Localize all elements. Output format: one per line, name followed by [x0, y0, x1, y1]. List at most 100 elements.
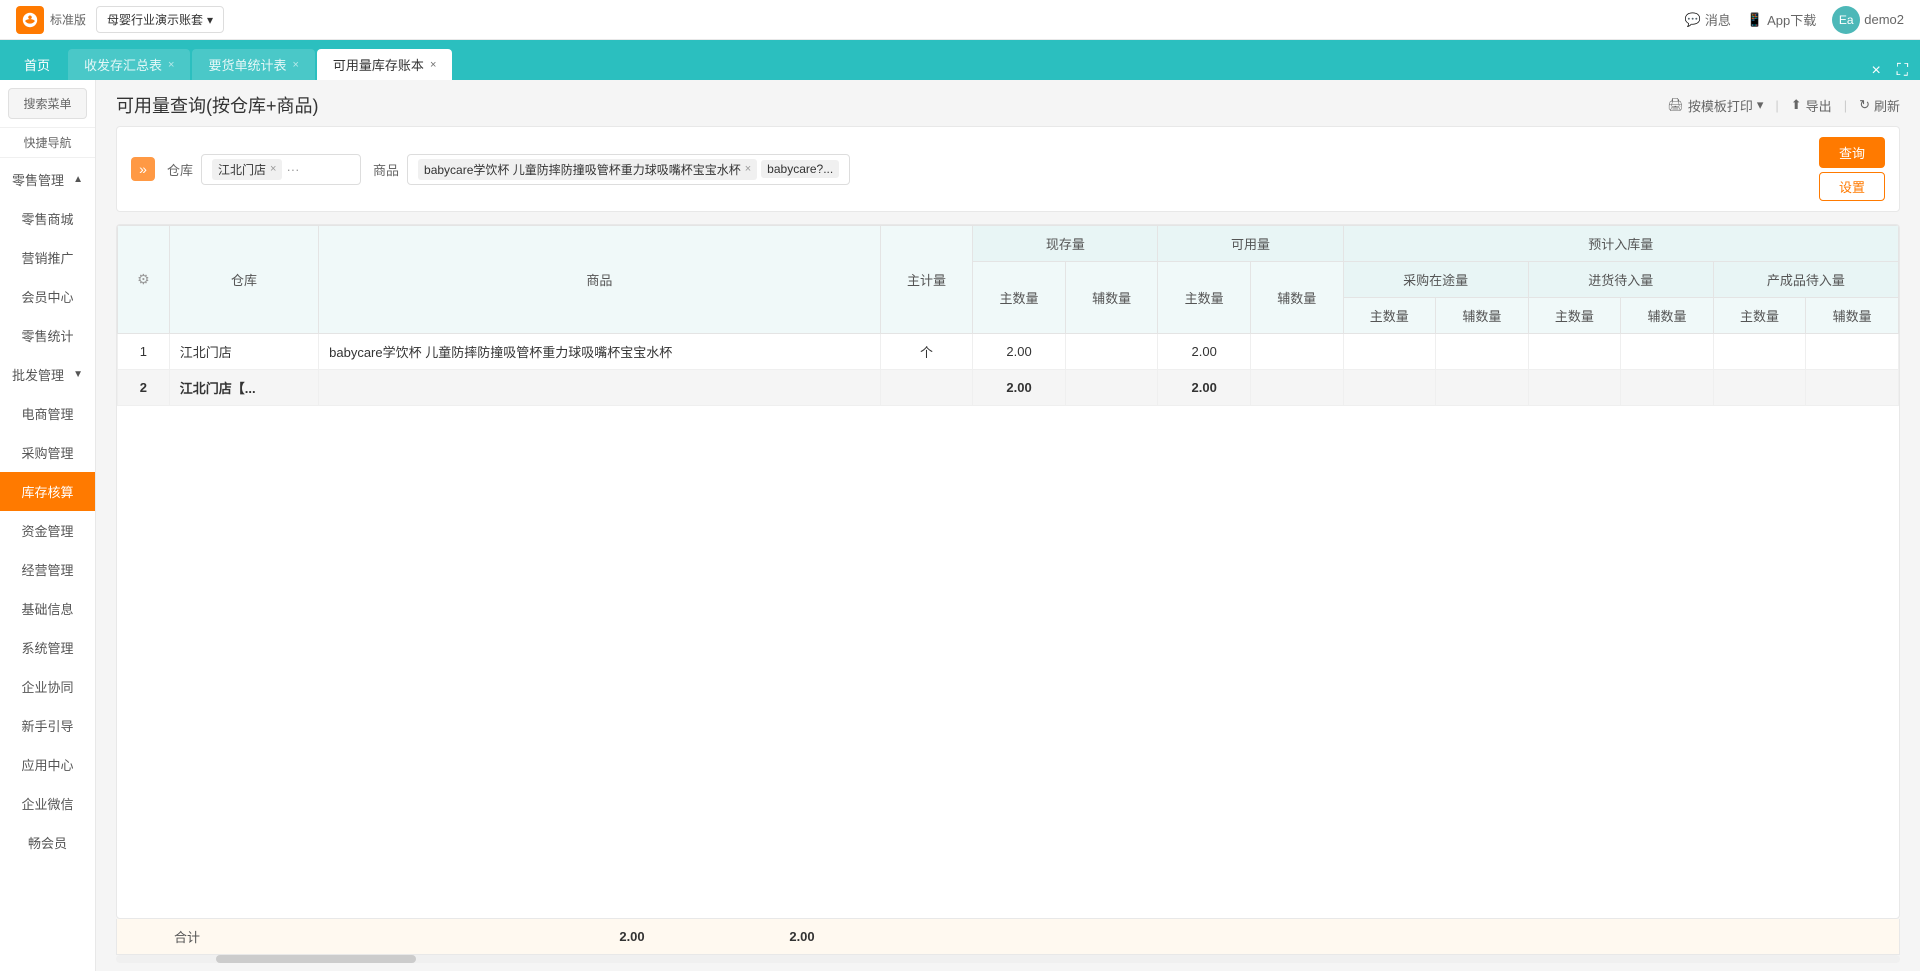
sidebar-item-xitong[interactable]: 系统管理: [0, 628, 95, 667]
tab-home[interactable]: 首页: [8, 49, 66, 80]
row-product: [319, 370, 881, 406]
row-available-main: 2.00: [1158, 334, 1251, 370]
row-current-aux: [1065, 334, 1158, 370]
th-settings[interactable]: ⚙: [118, 226, 170, 334]
sidebar-item-lingshao[interactable]: 零售管理 ▲: [0, 160, 95, 199]
app-icon: 📱: [1747, 12, 1763, 28]
scroll-area[interactable]: [116, 955, 1900, 963]
print-template-btn[interactable]: 🖨 按模板打印 ▾: [1667, 96, 1763, 115]
sidebar-item-dianshanng[interactable]: 电商管理: [0, 394, 95, 433]
industry-select[interactable]: 母婴行业演示账套 ▾: [96, 6, 224, 33]
warehouse-filter-input[interactable]: 江北门店 × ···: [201, 154, 361, 185]
product-filter-input[interactable]: babycare学饮杯 儿童防摔防撞吸管杯重力球吸嘴杯宝宝水杯 × babyca…: [407, 154, 850, 185]
sidebar-item-zijin[interactable]: 资金管理: [0, 511, 95, 550]
tab-yaohuo[interactable]: 要货单统计表 ×: [192, 49, 314, 80]
fullscreen-btn[interactable]: ⛶: [1893, 62, 1912, 80]
chevron-down-icon: ▾: [207, 13, 213, 27]
row-production-pending-main: [1713, 334, 1806, 370]
th-current-main: 主数量: [973, 262, 1066, 334]
logo-text: 标准版: [50, 11, 86, 28]
product-tag2: babycare?...: [761, 160, 839, 178]
sidebar-item-lingshao-shop[interactable]: 零售商城: [0, 199, 95, 238]
filter-expand-btn[interactable]: »: [131, 157, 155, 181]
th-purchase-transit-main: 主数量: [1343, 298, 1436, 334]
row-available-aux: [1250, 370, 1343, 406]
app-download-btn[interactable]: 📱 App下载: [1747, 10, 1816, 29]
app-download-label: App下载: [1767, 10, 1816, 29]
filter-bar: » 仓库 江北门店 × ··· 商品 babycare学饮杯 儿童防摔防撞吸管杯…: [116, 126, 1900, 212]
row-main-unit: [880, 370, 973, 406]
main-layout: 搜索菜单 快捷导航 零售管理 ▲ 零售商城 营销推广 会员中心 零售统计: [0, 80, 1920, 971]
sidebar-item-pifa[interactable]: 批发管理 ▼: [0, 355, 95, 394]
data-table: ⚙ 仓库 商品 主计量 现存量 可用量 预计入库量 主数量 辅数量 主数量 辅数…: [117, 225, 1899, 406]
settings-button[interactable]: 设置: [1819, 172, 1885, 201]
close-all-btn[interactable]: ×: [1867, 62, 1884, 80]
th-available-aux: 辅数量: [1250, 262, 1343, 334]
row-available-aux: [1250, 334, 1343, 370]
refresh-icon: ↻: [1859, 97, 1870, 113]
sidebar-item-qiye-wx[interactable]: 企业微信: [0, 784, 95, 823]
message-label: 消息: [1705, 10, 1731, 29]
th-current-stock: 现存量: [973, 226, 1158, 262]
row-purchase-pending-aux: [1621, 370, 1714, 406]
row-production-pending-aux: [1806, 334, 1899, 370]
top-bar: 标准版 母婴行业演示账套 ▾ 💬 消息 📱 App下载 Ea demo2: [0, 0, 1920, 40]
th-available-main: 主数量: [1158, 262, 1251, 334]
message-icon: 💬: [1685, 12, 1701, 28]
table-footer: 合计 2.00 2.00: [116, 919, 1900, 955]
search-menu-btn[interactable]: 搜索菜单: [8, 88, 87, 119]
export-btn[interactable]: ⬆ 导出: [1791, 96, 1832, 115]
product-filter-label: 商品: [373, 160, 399, 179]
sidebar-item-huiyuan[interactable]: 会员中心: [0, 277, 95, 316]
warehouse-tag-close[interactable]: ×: [270, 163, 276, 175]
row-purchase-transit-main: [1343, 334, 1436, 370]
settings-icon[interactable]: ⚙: [137, 271, 150, 287]
avatar: Ea: [1832, 6, 1860, 34]
scroll-thumb[interactable]: [216, 955, 416, 963]
tab-yaohuo-label: 要货单统计表: [208, 55, 286, 74]
row-purchase-transit-aux: [1436, 334, 1529, 370]
sidebar-item-caigou[interactable]: 采购管理: [0, 433, 95, 472]
message-btn[interactable]: 💬 消息: [1685, 10, 1731, 29]
refresh-btn[interactable]: ↻ 刷新: [1859, 96, 1900, 115]
th-purchase-transit: 采购在途量: [1343, 262, 1528, 298]
sidebar-item-jichu[interactable]: 基础信息: [0, 589, 95, 628]
product-tag1: babycare学饮杯 儿童防摔防撞吸管杯重力球吸嘴杯宝宝水杯 ×: [418, 159, 757, 180]
row-production-pending-main: [1713, 370, 1806, 406]
tab-shoufacun[interactable]: 收发存汇总表 ×: [68, 49, 190, 80]
query-button[interactable]: 查询: [1819, 137, 1885, 168]
tab-keyongliang[interactable]: 可用量库存账本 ×: [317, 49, 452, 80]
filter-actions: 查询 设置: [1819, 137, 1885, 201]
th-purchase-transit-aux: 辅数量: [1436, 298, 1529, 334]
row-production-pending-aux: [1806, 370, 1899, 406]
sidebar-item-jingying[interactable]: 经营管理: [0, 550, 95, 589]
sidebar-item-kucun[interactable]: 库存核算: [0, 472, 95, 511]
product-tag1-close[interactable]: ×: [745, 163, 751, 175]
th-purchase-pending: 进货待入量: [1528, 262, 1713, 298]
th-available: 可用量: [1158, 226, 1343, 262]
sidebar-item-lingxiao-tj[interactable]: 零售统计: [0, 316, 95, 355]
warehouse-tag: 江北门店 ×: [212, 159, 282, 180]
sidebar-item-yingxiao[interactable]: 营销推广: [0, 238, 95, 277]
table-row: 2 江北门店【... 2.00 2.00: [118, 370, 1899, 406]
th-purchase-pending-main: 主数量: [1528, 298, 1621, 334]
tab-keyongliang-close[interactable]: ×: [430, 59, 436, 71]
th-warehouse: 仓库: [169, 226, 318, 334]
row-purchase-transit-main: [1343, 370, 1436, 406]
sidebar-item-qiye[interactable]: 企业协同: [0, 667, 95, 706]
tab-yaohuo-close[interactable]: ×: [292, 59, 298, 71]
chevron-up-icon: ▲: [73, 174, 83, 185]
row-warehouse: 江北门店【...: [169, 370, 318, 406]
tab-shoufacun-close[interactable]: ×: [168, 59, 174, 71]
filter-more-dots[interactable]: ···: [286, 162, 299, 177]
th-purchase-pending-aux: 辅数量: [1621, 298, 1714, 334]
page-actions: 🖨 按模板打印 ▾ | ⬆ 导出 | ↻ 刷新: [1667, 96, 1900, 115]
row-num: 2: [118, 370, 170, 406]
sidebar-item-yingyong[interactable]: 应用中心: [0, 745, 95, 784]
page-title: 可用量查询(按仓库+商品): [116, 92, 319, 118]
sidebar-item-xinshou[interactable]: 新手引导: [0, 706, 95, 745]
sidebar-item-quick-nav[interactable]: 快捷导航: [0, 128, 95, 158]
sidebar-item-changhui[interactable]: 畅会员: [0, 823, 95, 862]
row-num: 1: [118, 334, 170, 370]
user-area[interactable]: Ea demo2: [1832, 6, 1904, 34]
